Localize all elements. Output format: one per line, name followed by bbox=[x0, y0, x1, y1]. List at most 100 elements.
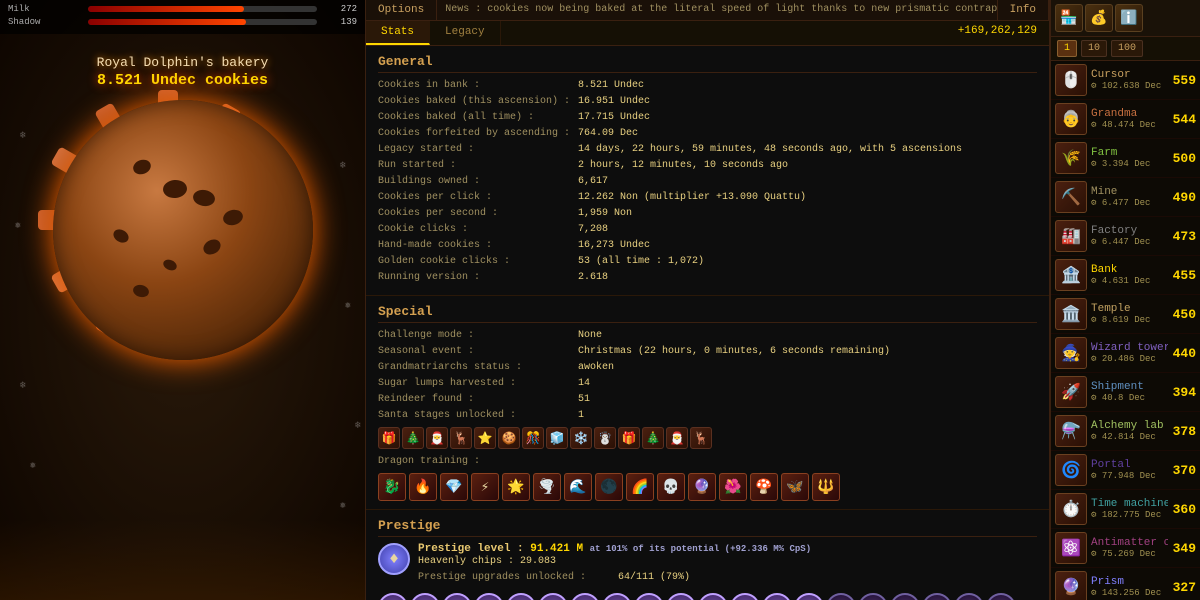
dragon-icon[interactable]: 🌊 bbox=[564, 473, 592, 501]
prestige-upgrade-icon[interactable]: 💎 bbox=[634, 593, 664, 600]
prestige-upgrade-icon[interactable]: 🌙 bbox=[698, 593, 728, 600]
dragon-icon[interactable]: 🌈 bbox=[626, 473, 654, 501]
santa-icon[interactable]: 🦌 bbox=[450, 427, 472, 449]
special-stat-row: Grandmatriarchs status :awoken bbox=[378, 361, 1037, 375]
options-button[interactable]: Options bbox=[366, 0, 437, 20]
prestige-upgrade-icon[interactable]: 🌟 bbox=[506, 593, 536, 600]
prestige-upgrade-icon[interactable]: ⚡ bbox=[474, 593, 504, 600]
building-item[interactable]: ⚗️ Alchemy lab ⚙ 42.814 Dec 378 bbox=[1051, 412, 1200, 451]
building-count: 455 bbox=[1168, 268, 1196, 283]
dragon-label-row: Dragon training : bbox=[378, 455, 1037, 469]
snowflake-deco: ❄ bbox=[20, 380, 26, 392]
dragon-icon[interactable]: 💀 bbox=[657, 473, 685, 501]
santa-icon[interactable]: ☃️ bbox=[594, 427, 616, 449]
dragon-icon[interactable]: 🔮 bbox=[688, 473, 716, 501]
building-item[interactable]: 🏛️ Temple ⚙ 8.619 Dec 450 bbox=[1051, 295, 1200, 334]
building-item[interactable]: 🔮 Prism ⚙ 143.256 Dec 327 bbox=[1051, 568, 1200, 600]
prestige-badge: ♦ bbox=[378, 543, 410, 575]
shadow-value: 139 bbox=[317, 17, 357, 27]
prestige-upgrade-icon[interactable]: 🌈 bbox=[986, 593, 1016, 600]
building-item[interactable]: ⚛️ Antimatter condenser ⚙ 75.269 Dec 349 bbox=[1051, 529, 1200, 568]
dragon-icon[interactable]: 🔥 bbox=[409, 473, 437, 501]
building-icon-sell[interactable]: 💰 bbox=[1085, 4, 1113, 32]
dragon-icon[interactable]: 🐉 bbox=[378, 473, 406, 501]
prestige-upgrade-icon[interactable]: 🔥 bbox=[794, 593, 824, 600]
building-icon-info[interactable]: ℹ️ bbox=[1115, 4, 1143, 32]
prestige-upgrade-icon[interactable]: 💫 bbox=[410, 593, 440, 600]
building-info: Farm ⚙ 3.394 Dec bbox=[1087, 147, 1168, 169]
building-item[interactable]: 🚀 Shipment ⚙ 40.8 Dec 394 bbox=[1051, 373, 1200, 412]
stat-label: Cookies in bank : bbox=[378, 79, 578, 93]
prestige-upgrade-icon[interactable]: 👑 bbox=[666, 593, 696, 600]
building-item[interactable]: ⏱️ Time machine ⚙ 182.775 Dec 360 bbox=[1051, 490, 1200, 529]
qty-1-button[interactable]: 1 bbox=[1057, 40, 1077, 57]
santa-icon[interactable]: 🎁 bbox=[378, 427, 400, 449]
stat-label: Run started : bbox=[378, 159, 578, 173]
building-icon-buy[interactable]: 🏪 bbox=[1055, 4, 1083, 32]
dragon-icon[interactable]: 🌪️ bbox=[533, 473, 561, 501]
prestige-header: ♦ Prestige level : 91.421 M at 101% of i… bbox=[378, 543, 1037, 587]
info-button[interactable]: Info bbox=[997, 0, 1049, 20]
santa-icon[interactable]: 🎄 bbox=[402, 427, 424, 449]
santa-icon[interactable]: 🎁 bbox=[618, 427, 640, 449]
dragon-icon[interactable]: 🌑 bbox=[595, 473, 623, 501]
dragon-icon[interactable]: ⚡ bbox=[471, 473, 499, 501]
prestige-upgrade-icon[interactable]: 💥 bbox=[538, 593, 568, 600]
stat-value: 6,617 bbox=[578, 175, 608, 189]
general-title: General bbox=[378, 54, 1037, 73]
building-item[interactable]: 🧙 Wizard tower ⚙ 20.486 Dec 440 bbox=[1051, 334, 1200, 373]
dragon-icon[interactable]: 🌺 bbox=[719, 473, 747, 501]
santa-icon[interactable]: 🎊 bbox=[522, 427, 544, 449]
dragon-icon[interactable]: 🌟 bbox=[502, 473, 530, 501]
building-cps: ⚙ 102.638 Dec bbox=[1091, 81, 1168, 91]
qty-10-button[interactable]: 10 bbox=[1081, 40, 1107, 57]
shadow-fill bbox=[88, 19, 246, 25]
santa-icon[interactable]: 🎅 bbox=[426, 427, 448, 449]
santa-icon[interactable]: 🦌 bbox=[690, 427, 712, 449]
dragon-icon[interactable]: 💎 bbox=[440, 473, 468, 501]
santa-icon[interactable]: ❄️ bbox=[570, 427, 592, 449]
building-item[interactable]: 🏦 Bank ⚙ 4.631 Dec 455 bbox=[1051, 256, 1200, 295]
building-info: Shipment ⚙ 40.8 Dec bbox=[1087, 381, 1168, 403]
building-cps: ⚙ 8.619 Dec bbox=[1091, 315, 1168, 325]
prestige-upgrade-icon[interactable]: ✨ bbox=[442, 593, 472, 600]
santa-icon[interactable]: 🎅 bbox=[666, 427, 688, 449]
tab-stats[interactable]: Stats bbox=[366, 21, 430, 45]
building-info: Time machine ⚙ 182.775 Dec bbox=[1087, 498, 1168, 520]
stat-label: Cookies baked (all time) : bbox=[378, 111, 578, 125]
santa-icon[interactable]: 🍪 bbox=[498, 427, 520, 449]
prestige-upgrade-icon[interactable]: 🌀 bbox=[570, 593, 600, 600]
building-item[interactable]: 🌀 Portal ⚙ 77.948 Dec 370 bbox=[1051, 451, 1200, 490]
cookie-body[interactable] bbox=[53, 100, 313, 360]
prestige-upgrade-icon[interactable]: 🎯 bbox=[602, 593, 632, 600]
prestige-section: Prestige ♦ Prestige level : 91.421 M at … bbox=[366, 510, 1049, 600]
building-item[interactable]: 🌾 Farm ⚙ 3.394 Dec 500 bbox=[1051, 139, 1200, 178]
prestige-upgrade-icon[interactable]: ❄️ bbox=[826, 593, 856, 600]
prestige-upgrade-icon[interactable]: ☀️ bbox=[730, 593, 760, 600]
general-stat-row: Run started :2 hours, 12 minutes, 10 sec… bbox=[378, 159, 1037, 173]
building-info: Factory ⚙ 6.447 Dec bbox=[1087, 225, 1168, 247]
prestige-upgrade-icon[interactable]: 🌺 bbox=[954, 593, 984, 600]
santa-icon[interactable]: 🧊 bbox=[546, 427, 568, 449]
stat-label: Seasonal event : bbox=[378, 345, 578, 359]
building-item[interactable]: 🖱️ Cursor ⚙ 102.638 Dec 559 bbox=[1051, 61, 1200, 100]
tab-legacy[interactable]: Legacy bbox=[430, 21, 501, 45]
building-info: Cursor ⚙ 102.638 Dec bbox=[1087, 69, 1168, 91]
prestige-upgrade-icon[interactable]: 🦋 bbox=[922, 593, 952, 600]
santa-icon[interactable]: 🎄 bbox=[642, 427, 664, 449]
big-cookie[interactable] bbox=[53, 100, 313, 360]
snowflake-deco: ❄ bbox=[355, 420, 361, 432]
building-item[interactable]: 🏭 Factory ⚙ 6.447 Dec 473 bbox=[1051, 217, 1200, 256]
prestige-upgrade-icon[interactable]: 🎭 bbox=[890, 593, 920, 600]
santa-icon[interactable]: ⭐ bbox=[474, 427, 496, 449]
dragon-icon[interactable]: 🦋 bbox=[781, 473, 809, 501]
dragon-icon[interactable]: 🍄 bbox=[750, 473, 778, 501]
stat-value: 12.262 Non (multiplier +13.090 Quattu) bbox=[578, 191, 806, 205]
prestige-upgrade-icon[interactable]: 🍀 bbox=[858, 593, 888, 600]
prestige-upgrade-icon[interactable]: 🔮 bbox=[378, 593, 408, 600]
building-item[interactable]: 👵 Grandma ⚙ 48.474 Dec 544 bbox=[1051, 100, 1200, 139]
qty-100-button[interactable]: 100 bbox=[1111, 40, 1143, 57]
building-item[interactable]: ⛏️ Mine ⚙ 6.477 Dec 490 bbox=[1051, 178, 1200, 217]
dragon-icon[interactable]: 🔱 bbox=[812, 473, 840, 501]
prestige-upgrade-icon[interactable]: 🌊 bbox=[762, 593, 792, 600]
